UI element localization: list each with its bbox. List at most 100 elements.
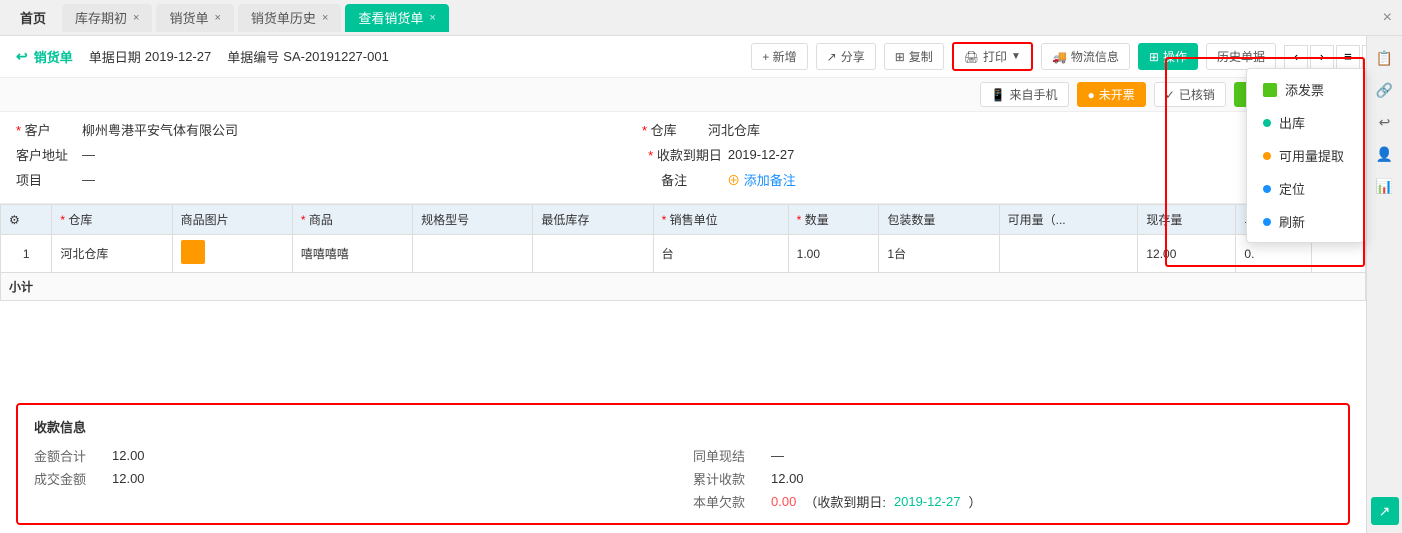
col-sales-unit: 销售单位: [653, 205, 788, 235]
due-date-value: 2019-12-27: [728, 147, 795, 162]
doc-number-field: 单据编号 SA-20191227-001: [227, 47, 389, 66]
customer-label: 客户: [16, 120, 76, 139]
menu-refresh[interactable]: 刷新: [1247, 205, 1365, 238]
payment-info-grid: 金额合计 12.00 同单现结 — 成交金额 12.00 累计收款 12.00: [34, 446, 1332, 511]
print-icon: 🖨: [964, 50, 979, 64]
sidebar-chart-icon[interactable]: 📊: [1371, 172, 1399, 200]
project-label: 项目: [16, 170, 76, 189]
date-label: 单据日期: [89, 47, 141, 66]
right-sidebar: 📋 🔗 ↩ 👤 📊 ↗: [1366, 36, 1402, 533]
due-date-close-paren: ）: [968, 492, 981, 511]
tab-bar: 首页 库存期初 × 销货单 × 销货单历史 × 查看销货单 × ×: [0, 0, 1402, 36]
sidebar-user-icon[interactable]: 👤: [1371, 140, 1399, 168]
share-button[interactable]: ↗ 分享: [816, 43, 876, 70]
ops-icon: ⊞: [1149, 50, 1159, 64]
product-image: [181, 240, 205, 264]
amount-total-value: 12.00: [112, 448, 145, 463]
col-product-img: 商品图片: [172, 205, 292, 235]
doc-date-field: 单据日期 2019-12-27: [89, 47, 212, 66]
copy-button[interactable]: ⊞ 复制: [884, 43, 944, 70]
row-no: 1: [1, 235, 52, 273]
sidebar-expand-icon[interactable]: ↗: [1371, 497, 1399, 525]
ops-button[interactable]: ⊞ 操作: [1138, 43, 1198, 70]
dropdown-arrow-icon: ▼: [1011, 51, 1021, 62]
due-date-value-link[interactable]: 2019-12-27: [894, 494, 961, 509]
prev-record-button[interactable]: ‹: [1284, 45, 1308, 69]
product-table: ⚙ 仓库 商品图片 商品 规格型号 最低库存 销售单位 数量 包装数量 可用量（…: [0, 204, 1366, 301]
row-product-img: [172, 235, 292, 273]
refresh-icon: [1263, 218, 1271, 226]
list-view-button[interactable]: ≡: [1336, 45, 1360, 69]
current-due-label: 本单欠款: [693, 492, 763, 511]
sales-order-icon: ↩: [16, 48, 28, 65]
check-button[interactable]: ✓ 已核销: [1154, 82, 1226, 107]
deal-amount-label: 成交金额: [34, 469, 104, 488]
due-date-label: 收款到期日: [648, 145, 722, 164]
close-icon[interactable]: ×: [322, 12, 328, 24]
add-remark-button[interactable]: ⊕ 添加备注: [727, 170, 796, 189]
remark-field: 备注 ⊕ 添加备注: [661, 170, 1306, 189]
warehouse-label: 仓库: [642, 120, 702, 139]
deal-amount-item: 成交金额 12.00: [34, 469, 673, 488]
menu-add-invoice[interactable]: 添发票: [1247, 73, 1365, 106]
add-invoice-icon: [1263, 83, 1277, 97]
doc-meta: 单据日期 2019-12-27 单据编号 SA-20191227-001: [89, 47, 389, 66]
cumulative-value: 12.00: [771, 471, 804, 486]
doc-type-label: 销货单: [34, 47, 73, 66]
main-content: ↩ 销货单 单据日期 2019-12-27 单据编号 SA-20191227-0…: [0, 36, 1402, 533]
sidebar-back-icon[interactable]: ↩: [1371, 108, 1399, 136]
close-icon[interactable]: ×: [133, 12, 139, 24]
amount-total-item: 金额合计 12.00: [34, 446, 673, 465]
payment-info-title: 收款信息: [34, 417, 1332, 436]
current-due-value: 0.00: [771, 494, 796, 509]
logistics-icon: 🚚: [1052, 50, 1067, 64]
mobile-button[interactable]: 📱 来自手机: [980, 82, 1069, 107]
number-label: 单据编号: [227, 47, 279, 66]
menu-out-stock[interactable]: 出库: [1247, 106, 1365, 139]
payment-info-section: 收款信息 金额合计 12.00 同单现结 — 成交金额 12.00: [16, 403, 1350, 525]
warehouse-field: 仓库 河北仓库: [642, 120, 1268, 139]
project-field: 项目 —: [16, 170, 661, 189]
cumulative-item: 累计收款 12.00: [693, 469, 1332, 488]
cumulative-label: 累计收款: [693, 469, 763, 488]
col-warehouse: 仓库: [52, 205, 172, 235]
window-close-button[interactable]: ×: [1383, 9, 1392, 27]
col-product: 商品: [292, 205, 412, 235]
close-icon[interactable]: ×: [429, 12, 435, 24]
row-spec: [413, 235, 533, 273]
out-stock-icon: [1263, 119, 1271, 127]
row-warehouse: 河北仓库: [52, 235, 172, 273]
subtotal-label: 小计: [1, 273, 1366, 301]
tab-sales[interactable]: 销货单 ×: [156, 4, 233, 32]
col-current-stock: 现存量: [1138, 205, 1236, 235]
tab-inventory[interactable]: 库存期初 ×: [62, 4, 152, 32]
tab-view-sales[interactable]: 查看销货单 ×: [345, 4, 448, 32]
sidebar-clipboard-icon[interactable]: 📋: [1371, 44, 1399, 72]
date-value: 2019-12-27: [145, 49, 212, 64]
form-row-2: 客户地址 — 收款到期日 2019-12-27 票据类型 不开票: [16, 145, 1386, 164]
table-header-row: ⚙ 仓库 商品图片 商品 规格型号 最低库存 销售单位 数量 包装数量 可用量（…: [1, 205, 1366, 235]
mobile-icon: 📱: [991, 88, 1006, 102]
circle-icon: ●: [1088, 88, 1095, 102]
logistics-button[interactable]: 🚚 物流信息: [1041, 43, 1130, 70]
row-pack-qty: 1台: [879, 235, 999, 273]
new-button[interactable]: + 新增: [751, 43, 807, 70]
sidebar-link-icon[interactable]: 🔗: [1371, 76, 1399, 104]
row-product: 嘻嘻嘻嘻: [292, 235, 412, 273]
product-table-area: ⚙ 仓库 商品图片 商品 规格型号 最低库存 销售单位 数量 包装数量 可用量（…: [0, 204, 1366, 395]
tab-sales-history[interactable]: 销货单历史 ×: [238, 4, 341, 32]
close-icon[interactable]: ×: [214, 12, 220, 24]
next-record-button[interactable]: ›: [1310, 45, 1334, 69]
menu-locate[interactable]: 定位: [1247, 172, 1365, 205]
history-button[interactable]: 历史单据: [1206, 43, 1276, 70]
menu-available-qty[interactable]: 可用量提取: [1247, 139, 1365, 172]
copy-icon: ⊞: [895, 50, 905, 64]
tab-home[interactable]: 首页: [8, 4, 58, 32]
check-icon: ✓: [1165, 88, 1175, 102]
col-min-stock: 最低库存: [533, 205, 653, 235]
not-open-button[interactable]: ● 未开票: [1077, 82, 1146, 107]
available-qty-icon: [1263, 152, 1271, 160]
print-button[interactable]: 🖨 打印 ▼: [952, 42, 1033, 71]
same-order-item: 同单现结 —: [693, 446, 1332, 465]
doc-title: ↩ 销货单: [16, 47, 73, 66]
